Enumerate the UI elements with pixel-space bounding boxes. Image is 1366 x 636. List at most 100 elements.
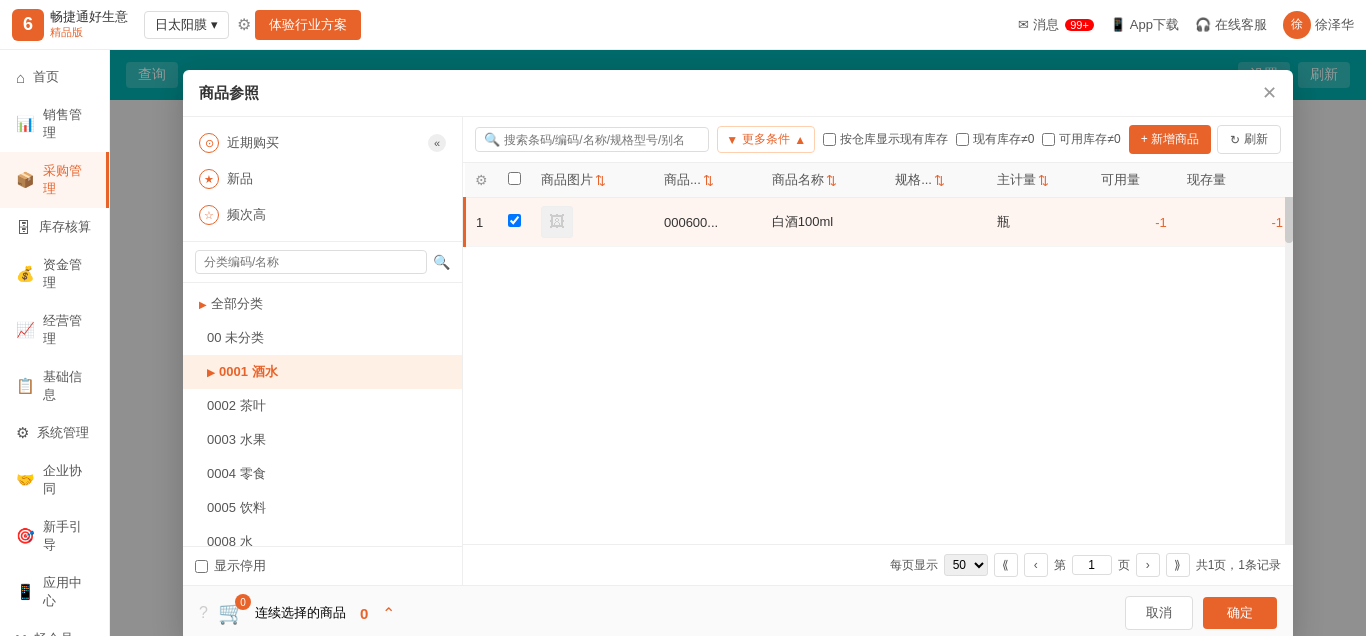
checkbox-warehouse-text: 按仓库显示现有库存 — [840, 131, 948, 148]
th-name-sort[interactable]: 商品名称⇅ — [772, 171, 837, 189]
sidebar-item-basic-info[interactable]: 📋 基础信息 — [0, 358, 109, 414]
sidebar-item-home[interactable]: ⌂ 首页 — [0, 58, 109, 96]
sidebar-item-system[interactable]: ⚙ 系统管理 — [0, 414, 109, 452]
nav-dropdown[interactable]: 日太阳膜 ▾ — [144, 11, 229, 39]
page-input[interactable]: 1 — [1072, 555, 1112, 575]
sales-icon: 📊 — [16, 115, 35, 133]
cat-label: 0005 饮料 — [207, 499, 266, 517]
th-code: 商品...⇅ — [654, 163, 762, 198]
cat-item-all[interactable]: ▶ 全部分类 — [183, 287, 462, 321]
cart-icon-wrap[interactable]: 🛒 0 — [218, 600, 245, 626]
sidebar-item-finance[interactable]: 💰 资金管理 — [0, 246, 109, 302]
cat-item-unclassified[interactable]: 00 未分类 — [183, 321, 462, 355]
nav-message-label: 消息 — [1033, 16, 1059, 34]
cat-item-snack[interactable]: 0004 零食 — [183, 457, 462, 491]
sidebar-item-inventory[interactable]: 🗄 库存核算 — [0, 208, 109, 246]
modal-body: ⊙ 近期购买 « ★ 新品 ☆ 频次高 — [183, 117, 1293, 585]
username-label: 徐泽华 — [1315, 16, 1354, 34]
next-page-btn[interactable]: › — [1136, 553, 1160, 577]
last-page-btn[interactable]: ⟫ — [1166, 553, 1190, 577]
continuous-select-label: 连续选择的商品 — [255, 604, 346, 622]
cat-label: 0002 茶叶 — [207, 397, 266, 415]
sidebar-item-label: 首页 — [33, 68, 59, 86]
cat-item-liquor[interactable]: ▶ 0001 酒水 — [183, 355, 462, 389]
checkbox-available-label[interactable]: 可用库存≠0 — [1042, 131, 1120, 148]
cell-code: 000600... — [654, 198, 762, 247]
cat-item-water[interactable]: 0008 水 — [183, 525, 462, 546]
cat-item-tea[interactable]: 0002 茶叶 — [183, 389, 462, 423]
modal-close-button[interactable]: ✕ — [1262, 82, 1277, 104]
sidebar-item-operations[interactable]: 📈 经营管理 — [0, 302, 109, 358]
refresh-label: 刷新 — [1244, 131, 1268, 148]
column-settings-icon[interactable]: ⚙ — [475, 172, 488, 188]
nav-app-download[interactable]: 📱 App下载 — [1110, 16, 1179, 34]
checkbox-inventory[interactable] — [956, 133, 969, 146]
search-input[interactable] — [504, 133, 700, 147]
help-icon[interactable]: ? — [199, 604, 208, 622]
checkbox-warehouse-label[interactable]: 按仓库显示现有库存 — [823, 131, 948, 148]
select-all-checkbox[interactable] — [508, 172, 521, 185]
tab-recent-buy[interactable]: ⊙ 近期购买 « — [183, 125, 462, 161]
collapse-btn[interactable]: « — [428, 134, 446, 152]
table-row[interactable]: 1 🖼 000600... 白酒100ml 瓶 -1 -1 — [465, 198, 1294, 247]
nav-message[interactable]: ✉ 消息 99+ — [1018, 16, 1094, 34]
confirm-btn[interactable]: 确定 — [1203, 597, 1277, 629]
modal-overlay: 商品参照 ✕ ⊙ 近期购买 « — [110, 50, 1366, 636]
filter-btn[interactable]: ▼ 更多条件 ▲ — [717, 126, 815, 153]
refresh-btn[interactable]: ↻ 刷新 — [1217, 125, 1281, 154]
cell-index: 1 — [465, 198, 498, 247]
cancel-btn[interactable]: 取消 — [1125, 596, 1193, 630]
headset-icon: 🎧 — [1195, 17, 1211, 32]
search-box: 🔍 — [475, 127, 709, 152]
cat-search-icon[interactable]: 🔍 — [433, 254, 450, 270]
th-unit: 主计量⇅ — [987, 163, 1092, 198]
sidebar-item-sales[interactable]: 📊 销售管理 — [0, 96, 109, 152]
experience-btn[interactable]: 体验行业方案 — [255, 10, 361, 40]
sidebar-item-apps[interactable]: 📱 应用中心 — [0, 564, 109, 620]
checkbox-available-text: 可用库存≠0 — [1059, 131, 1120, 148]
table-wrap: ⚙ 商品图片⇅ 商品...⇅ 商品名称⇅ 规格...⇅ 主计量⇅ 可用量 现存 — [463, 163, 1293, 544]
pagination: 每页显示 50 ⟪ ‹ 第 1 页 › ⟫ 共1页，1条记录 — [463, 544, 1293, 585]
cell-image: 🖼 — [531, 198, 654, 247]
cat-item-beverage[interactable]: 0005 饮料 — [183, 491, 462, 525]
sidebar-item-purchase[interactable]: 📦 采购管理 — [0, 152, 109, 208]
first-page-btn[interactable]: ⟪ — [994, 553, 1018, 577]
th-code-sort[interactable]: 商品...⇅ — [664, 171, 714, 189]
cell-stock: -1 — [1177, 198, 1293, 247]
cat-search-input[interactable] — [195, 250, 427, 274]
checkbox-available[interactable] — [1042, 133, 1055, 146]
collapse-icon[interactable]: ⌃ — [382, 604, 395, 623]
tab-label: 新品 — [227, 170, 253, 188]
phone-icon: 📱 — [1110, 17, 1126, 32]
logo-sub: 精品版 — [50, 25, 128, 40]
th-image-sort[interactable]: 商品图片⇅ — [541, 171, 606, 189]
gear-icon[interactable]: ⚙ — [237, 15, 251, 34]
product-table: ⚙ 商品图片⇅ 商品...⇅ 商品名称⇅ 规格...⇅ 主计量⇅ 可用量 现存 — [463, 163, 1293, 247]
row-checkbox[interactable] — [508, 214, 521, 227]
message-badge: 99+ — [1065, 19, 1094, 31]
show-disabled-label[interactable]: 显示停用 — [214, 557, 266, 575]
th-spec-sort[interactable]: 规格...⇅ — [895, 171, 945, 189]
nav-online-service[interactable]: 🎧 在线客服 — [1195, 16, 1267, 34]
new-product-btn[interactable]: + 新增商品 — [1129, 125, 1211, 154]
sidebar-item-membership[interactable]: V 畅会员 — [0, 620, 109, 636]
tab-high-frequency[interactable]: ☆ 频次高 — [183, 197, 462, 233]
cat-item-fruit[interactable]: 0003 水果 — [183, 423, 462, 457]
show-disabled-checkbox[interactable] — [195, 560, 208, 573]
purchase-icon: 📦 — [16, 171, 35, 189]
checkbox-warehouse[interactable] — [823, 133, 836, 146]
nav-right: ✉ 消息 99+ 📱 App下载 🎧 在线客服 徐 徐泽华 — [1018, 11, 1354, 39]
checkbox-inventory-label[interactable]: 现有库存≠0 — [956, 131, 1034, 148]
sidebar-item-label: 系统管理 — [37, 424, 89, 442]
sidebar-item-enterprise[interactable]: 🤝 企业协同 — [0, 452, 109, 508]
cell-unit: 瓶 — [987, 198, 1092, 247]
per-page-select[interactable]: 50 — [944, 554, 988, 576]
prev-page-btn[interactable]: ‹ — [1024, 553, 1048, 577]
nav-user[interactable]: 徐 徐泽华 — [1283, 11, 1354, 39]
sidebar-item-guide[interactable]: 🎯 新手引导 — [0, 508, 109, 564]
cell-spec — [885, 198, 986, 247]
v-scrollbar[interactable] — [1285, 163, 1293, 544]
tab-new-products[interactable]: ★ 新品 — [183, 161, 462, 197]
sidebar-item-label: 畅会员 — [34, 630, 73, 636]
th-unit-sort[interactable]: 主计量⇅ — [997, 171, 1049, 189]
